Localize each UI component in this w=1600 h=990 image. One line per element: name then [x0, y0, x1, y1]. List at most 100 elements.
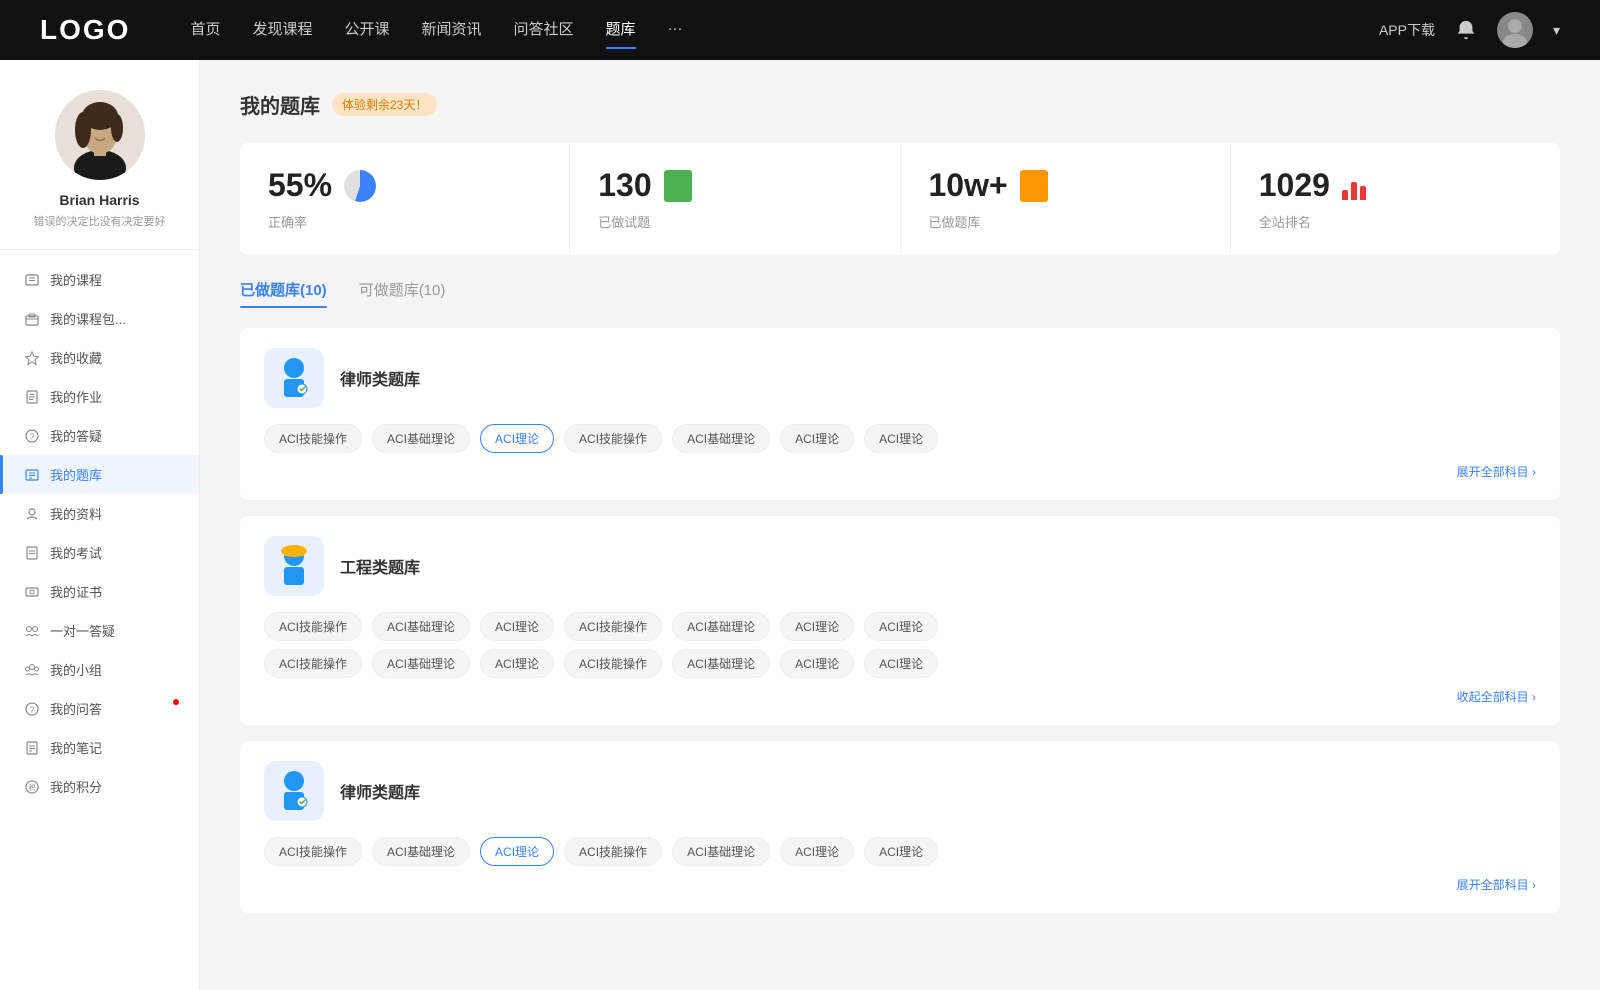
stat-done-questions: 130 已做试题: [570, 143, 900, 255]
one-on-one-icon: [24, 623, 40, 639]
nav-home[interactable]: 首页: [190, 18, 220, 43]
sidebar-item-points[interactable]: 积 我的积分: [0, 767, 199, 806]
stat-accuracy: 55% 正确率: [240, 143, 570, 255]
nav-discover[interactable]: 发现课程: [252, 18, 312, 43]
tag[interactable]: ACI基础理论: [372, 612, 470, 641]
nav-bank[interactable]: 题库: [606, 18, 636, 43]
tag-active[interactable]: ACI理论: [480, 837, 554, 866]
sidebar-label-myqa: 我的问答: [50, 699, 102, 718]
lawyer-tags-row: ACI技能操作 ACI基础理论 ACI理论 ACI技能操作 ACI基础理论 AC…: [264, 424, 1536, 453]
avatar[interactable]: [1497, 12, 1533, 48]
stat-ranking-label: 全站排名: [1259, 212, 1532, 231]
sidebar-item-homework[interactable]: 我的作业: [0, 377, 199, 416]
tag[interactable]: ACI技能操作: [564, 837, 662, 866]
tag[interactable]: ACI基础理论: [672, 424, 770, 453]
sidebar-label-points: 我的积分: [50, 777, 102, 796]
tag[interactable]: ACI技能操作: [264, 424, 362, 453]
homework-icon: [24, 389, 40, 405]
question-icon: ?: [24, 428, 40, 444]
tag[interactable]: ACI理论: [480, 612, 554, 641]
sidebar-label-favorites: 我的收藏: [50, 348, 102, 367]
sidebar-menu: 我的课程 我的课程包... 我的收藏 我的作业: [0, 260, 199, 806]
sidebar: Brian Harris 错误的决定比没有决定要好 我的课程 我的课程包...: [0, 60, 200, 990]
profile-motto: 错误的决定比没有决定要好: [24, 213, 176, 229]
tab-done[interactable]: 已做题库(10): [240, 279, 327, 308]
star-icon: [24, 350, 40, 366]
sidebar-item-bank[interactable]: 我的题库: [0, 455, 199, 494]
expand-link-lawyer-2[interactable]: 展开全部科目 ›: [264, 876, 1536, 893]
tag[interactable]: ACI理论: [864, 424, 938, 453]
tag[interactable]: ACI基础理论: [372, 649, 470, 678]
sidebar-item-exam[interactable]: 我的考试: [0, 533, 199, 572]
tag[interactable]: ACI基础理论: [672, 649, 770, 678]
tag[interactable]: ACI技能操作: [264, 837, 362, 866]
list-icon: [1020, 170, 1048, 202]
package-icon: [24, 311, 40, 327]
sidebar-item-certificate[interactable]: 我的证书: [0, 572, 199, 611]
tag[interactable]: ACI技能操作: [564, 424, 662, 453]
sidebar-item-package[interactable]: 我的课程包...: [0, 299, 199, 338]
tag[interactable]: ACI技能操作: [564, 649, 662, 678]
tag[interactable]: ACI理论: [864, 837, 938, 866]
main-layout: Brian Harris 错误的决定比没有决定要好 我的课程 我的课程包...: [0, 60, 1600, 990]
tag[interactable]: ACI理论: [864, 612, 938, 641]
stat-ranking: 1029 全站排名: [1231, 143, 1560, 255]
sidebar-label-notes: 我的笔记: [50, 738, 102, 757]
stat-accuracy-value: 55%: [268, 167, 332, 204]
tag[interactable]: ACI理论: [780, 612, 854, 641]
engineer-bank-icon: [264, 536, 324, 596]
sidebar-item-favorites[interactable]: 我的收藏: [0, 338, 199, 377]
navbar-links: 首页 发现课程 公开课 新闻资讯 问答社区 题库 ···: [190, 18, 1379, 43]
tag[interactable]: ACI技能操作: [264, 649, 362, 678]
qa-icon: ?: [24, 701, 40, 717]
tag[interactable]: ACI理论: [864, 649, 938, 678]
stats-row: 55% 正确率 130 已做试题 10w+ 已做题库: [240, 143, 1560, 255]
nav-opencourse[interactable]: 公开课: [344, 18, 389, 43]
nav-more[interactable]: ···: [668, 20, 683, 41]
app-download-link[interactable]: APP下载: [1379, 20, 1435, 40]
engineer-tags-row-1: ACI技能操作 ACI基础理论 ACI理论 ACI技能操作 ACI基础理论 AC…: [264, 612, 1536, 641]
tag[interactable]: ACI基础理论: [372, 837, 470, 866]
lawyer-bank-title: 律师类题库: [340, 366, 420, 390]
tag[interactable]: ACI技能操作: [564, 612, 662, 641]
certificate-icon: [24, 584, 40, 600]
qa-notification-dot: [173, 699, 179, 705]
notification-bell-icon[interactable]: [1455, 19, 1477, 41]
bank-card-engineer: 工程类题库 ACI技能操作 ACI基础理论 ACI理论 ACI技能操作 ACI基…: [240, 516, 1560, 725]
tag[interactable]: ACI基础理论: [372, 424, 470, 453]
sidebar-item-myqa[interactable]: ? 我的问答: [0, 689, 199, 728]
sidebar-item-material[interactable]: 我的资料: [0, 494, 199, 533]
content-area: 我的题库 体验剩余23天！ 55% 正确率 130 已做试题: [200, 60, 1600, 990]
bar-chart-icon: [1342, 172, 1370, 200]
profile-chevron-icon[interactable]: ▾: [1553, 22, 1560, 39]
tag[interactable]: ACI理论: [480, 649, 554, 678]
sidebar-item-course[interactable]: 我的课程: [0, 260, 199, 299]
expand-link-lawyer-1[interactable]: 展开全部科目 ›: [264, 463, 1536, 480]
stat-banks-value: 10w+: [929, 167, 1008, 204]
sidebar-item-qa[interactable]: ? 我的答疑: [0, 416, 199, 455]
pie-chart-icon: [344, 170, 376, 202]
tag[interactable]: ACI基础理论: [672, 612, 770, 641]
tag[interactable]: ACI技能操作: [264, 612, 362, 641]
page-header: 我的题库 体验剩余23天！: [240, 90, 1560, 119]
sidebar-item-notes[interactable]: 我的笔记: [0, 728, 199, 767]
sidebar-item-one-on-one[interactable]: 一对一答疑: [0, 611, 199, 650]
tab-todo[interactable]: 可做题库(10): [359, 279, 446, 308]
tag[interactable]: ACI理论: [780, 424, 854, 453]
tag-active[interactable]: ACI理论: [480, 424, 554, 453]
sidebar-label-exam: 我的考试: [50, 543, 102, 562]
tag[interactable]: ACI理论: [780, 649, 854, 678]
stat-done-banks: 10w+ 已做题库: [901, 143, 1231, 255]
collapse-link-engineer[interactable]: 收起全部科目 ›: [264, 688, 1536, 705]
nav-news[interactable]: 新闻资讯: [422, 18, 482, 43]
stat-ranking-value: 1029: [1259, 167, 1330, 204]
svg-text:?: ?: [30, 705, 35, 714]
svg-text:积: 积: [29, 783, 36, 792]
nav-qa[interactable]: 问答社区: [514, 18, 574, 43]
sidebar-item-group[interactable]: 我的小组: [0, 650, 199, 689]
profile-section: Brian Harris 错误的决定比没有决定要好: [0, 90, 199, 250]
navbar: LOGO 首页 发现课程 公开课 新闻资讯 问答社区 题库 ··· APP下载 …: [0, 0, 1600, 60]
tag[interactable]: ACI基础理论: [672, 837, 770, 866]
tag[interactable]: ACI理论: [780, 837, 854, 866]
lawyer-2-tags-row: ACI技能操作 ACI基础理论 ACI理论 ACI技能操作 ACI基础理论 AC…: [264, 837, 1536, 866]
